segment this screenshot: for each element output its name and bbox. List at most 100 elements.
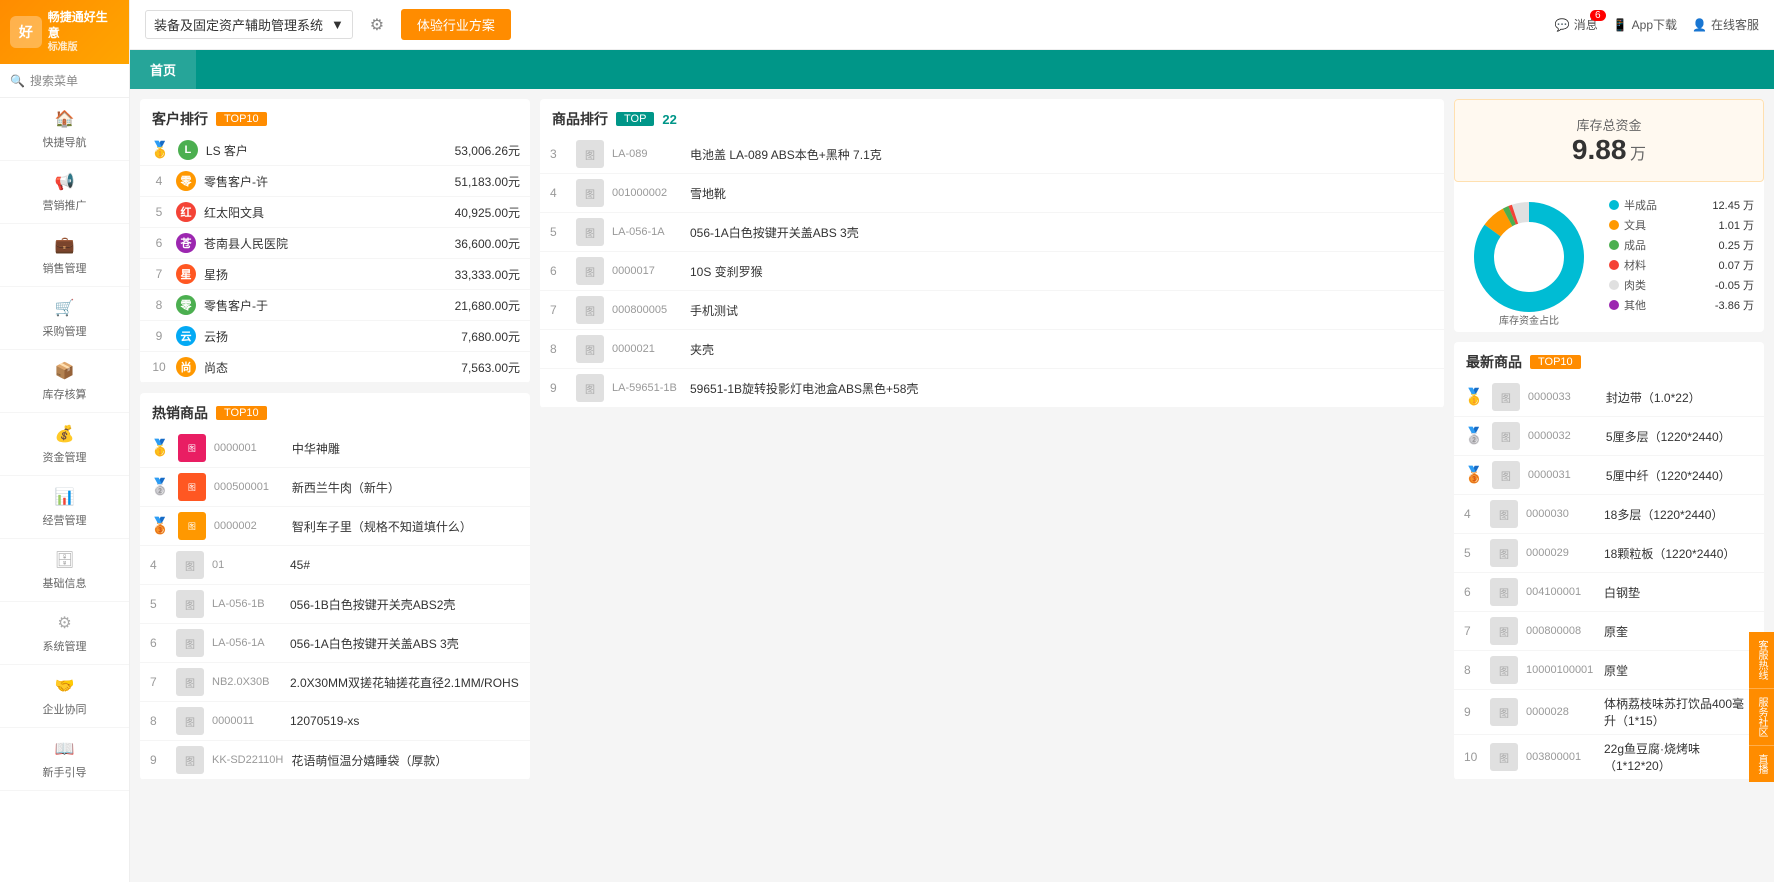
sidebar-item-finance[interactable]: 💰 资金管理 [0,413,129,476]
legend-name-1: 半成品 [1624,197,1712,213]
trial-button[interactable]: 体验行业方案 [401,9,511,40]
customer-ranking-header: 客户排行 TOP10 [140,99,530,135]
sidebar-item-inventory[interactable]: 📦 库存核算 [0,350,129,413]
new-product-row-1: 🥇 图 0000033 封边带（1.0*22） [1454,378,1764,417]
sidebar-item-basic-info[interactable]: 🗄 基础信息 [0,539,129,602]
new-products-header: 最新商品 TOP10 [1454,342,1764,378]
sidebar-item-operations[interactable]: 📊 经营管理 [0,476,129,539]
app-download-button[interactable]: 📱 App下载 [1613,16,1677,33]
ops-icon: 📊 [54,486,76,508]
mid-thumb-6: 图 [576,257,604,285]
np-thumb-10: 图 [1490,743,1518,771]
search-menu[interactable]: 🔍 搜索菜单 [0,64,129,98]
cs-hotline-button[interactable]: 客服热线 [1749,632,1774,689]
hp-code-9: KK-SD22110H [212,754,283,766]
hp-name-9: 花语萌恒温分嬉睡袋（厚款） [291,752,520,769]
np-name-3: 5厘中纤（1220*2440） [1606,467,1754,484]
new-products-panel: 最新商品 TOP10 🥇 图 0000033 封边带（1.0*22） 🥈 图 0… [1454,342,1764,780]
np-thumb-4: 图 [1490,500,1518,528]
sidebar-item-system[interactable]: ⚙ 系统管理 [0,602,129,665]
mid-rank-6: 6 [550,264,568,278]
mid-thumb-7: 图 [576,296,604,324]
hp-name-7: 2.0X30MM双搓花轴搓花直径2.1MM/ROHS [290,674,520,691]
np-name-8: 原堂 [1604,662,1754,679]
hp-name-5: 056-1B白色按键开关壳ABS2壳 [290,596,520,613]
customer-name-6: 苍南县人民医院 [204,235,447,252]
customer-service-float: 客服热线 服务社区 直播 [1749,632,1774,782]
customer-badge-7: 星 [176,264,196,284]
customer-name-8: 零售客户-于 [204,297,447,314]
mid-rank-8: 8 [550,342,568,356]
inventory-icon: 📦 [54,360,76,382]
sidebar-item-label: 营销推广 [43,197,87,213]
legend-val-1: 12.45 万 [1712,197,1754,213]
legend-item-5: 肉类 -0.05 万 [1609,277,1754,293]
tab-home[interactable]: 首页 [130,50,196,89]
legend-dot-3 [1609,240,1619,250]
customer-name-5: 红太阳文具 [204,204,447,221]
gear-button[interactable]: ⚙ [363,11,391,39]
mid-name-6: 10S 变刹罗猴 [690,263,1434,280]
sidebar-item-guide[interactable]: 📖 新手引导 [0,728,129,791]
customer-ranking-panel: 客户排行 TOP10 🥇 L LS 客户 53,006.26元 4 零 零售客户… [140,99,530,383]
customer-amount-1: 53,006.26元 [455,142,520,159]
legend-name-3: 成品 [1624,237,1719,253]
np-medal-2: 🥈 [1464,426,1484,446]
new-product-row-9: 9 图 0000028 体柄荔枝味苏打饮品400毫升（1*15） [1454,690,1764,735]
system-icon: ⚙ [54,612,76,634]
np-code-6: 004100001 [1526,586,1596,598]
mid-product-row-3: 3 图 LA-089 电池盖 LA-089 ABS本色+黑种 7.1克 [540,135,1444,174]
legend-name-2: 文具 [1624,217,1719,233]
hp-thumb-4: 图 [176,551,204,579]
cs-community-button[interactable]: 服务社区 [1749,689,1774,746]
np-medal-1: 🥇 [1464,387,1484,407]
hot-product-row-8: 8 图 0000011 12070519-xs [140,702,530,741]
sidebar-item-navigation[interactable]: 🏠 快捷导航 [0,98,129,161]
sidebar-item-label: 库存核算 [43,386,87,402]
hp-name-3: 智利车子里（规格不知道填什么） [292,518,520,535]
medal-1: 🥇 [150,140,170,160]
customer-rank-row-5: 5 红 红太阳文具 40,925.00元 [140,197,530,228]
finance-icon: 💰 [54,423,76,445]
np-thumb-2: 图 [1492,422,1520,450]
legend-name-5: 肉类 [1624,277,1715,293]
mid-name-9: 59651-1B旋转投影灯电池盒ABS黑色+58壳 [690,380,1434,397]
hp-name-1: 中华神雕 [292,440,520,457]
guide-icon: 📖 [54,738,76,760]
inventory-unit: 万 [1630,146,1646,163]
cs-live-button[interactable]: 直播 [1749,746,1774,782]
phone-icon: 📱 [1613,18,1628,32]
app-download-label: App下载 [1632,16,1677,33]
sidebar-item-marketing[interactable]: 📢 营销推广 [0,161,129,224]
sidebar-item-label: 新手引导 [43,764,87,780]
legend-item-1: 半成品 12.45 万 [1609,197,1754,213]
np-rank-4: 4 [1464,507,1482,521]
message-badge: 6 [1590,10,1606,21]
hp-code-7: NB2.0X30B [212,676,282,688]
hp-thumb-5: 图 [176,590,204,618]
new-product-row-2: 🥈 图 0000032 5厘多层（1220*2440） [1454,417,1764,456]
sidebar-item-collab[interactable]: 🤝 企业协同 [0,665,129,728]
customer-name-10: 尚态 [204,359,453,376]
new-product-row-3: 🥉 图 0000031 5厘中纤（1220*2440） [1454,456,1764,495]
mid-thumb-9: 图 [576,374,604,402]
legend-dot-2 [1609,220,1619,230]
new-product-row-6: 6 图 004100001 白钢垫 [1454,573,1764,612]
customer-amount-9: 7,680.00元 [461,328,520,345]
sidebar-item-label: 企业协同 [43,701,87,717]
online-service-button[interactable]: 👤 在线客服 [1692,16,1759,33]
message-button[interactable]: 💬 消息 6 [1555,16,1598,33]
hp-thumb-6: 图 [176,629,204,657]
system-selector[interactable]: 装备及固定资产辅助管理系统 ▼ [145,10,353,39]
hot-products-header: 热销商品 TOP10 [140,393,530,429]
customer-name-7: 星扬 [204,266,447,283]
np-thumb-5: 图 [1490,539,1518,567]
np-name-9: 体柄荔枝味苏打饮品400毫升（1*15） [1604,695,1754,729]
right-column: 库存总资金 9.88 万 [1454,99,1764,872]
legend-name-4: 材料 [1624,257,1719,273]
mid-code-5: LA-056-1A [612,226,682,238]
sidebar-item-purchase[interactable]: 🛒 采购管理 [0,287,129,350]
mid-product-ranking-panel: 商品排行 TOP 22 3 图 LA-089 电池盖 LA-089 ABS本色+… [540,99,1444,408]
np-code-9: 0000028 [1526,706,1596,718]
sidebar-item-sales[interactable]: 💼 销售管理 [0,224,129,287]
